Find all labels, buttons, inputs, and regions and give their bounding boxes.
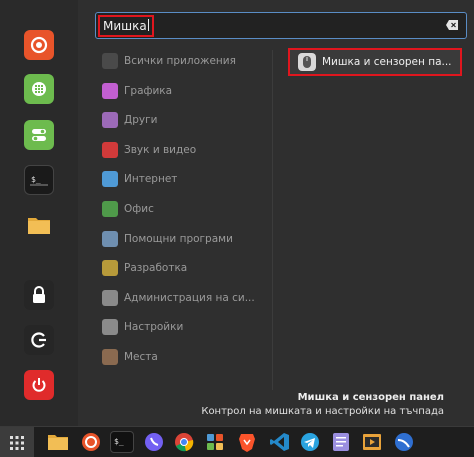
category-label: Места xyxy=(124,351,158,363)
description-title: Мишка и сензорен панел xyxy=(297,392,444,403)
calculator-icon[interactable] xyxy=(24,74,54,104)
divider xyxy=(272,50,273,390)
taskbar: $_ xyxy=(0,426,474,457)
chrome-icon[interactable] xyxy=(172,431,196,453)
admin-icon xyxy=(102,289,118,306)
app-grid-icon[interactable] xyxy=(203,431,227,453)
vscode-icon[interactable] xyxy=(268,431,292,453)
media-icon xyxy=(102,141,118,158)
category-label: Графика xyxy=(124,84,173,97)
folder-icon[interactable] xyxy=(24,210,54,240)
lock-icon[interactable] xyxy=(24,280,54,310)
category-label: Настройки xyxy=(124,321,184,334)
places-icon xyxy=(102,349,118,365)
browser-icon[interactable] xyxy=(392,431,416,453)
category-item[interactable]: Места xyxy=(96,344,272,370)
category-item[interactable]: Интернет xyxy=(96,166,272,192)
grid-icon xyxy=(102,53,118,69)
category-item[interactable]: Настройки xyxy=(96,314,272,340)
category-label: Офис xyxy=(124,203,154,215)
clear-search-icon[interactable] xyxy=(446,20,458,30)
terminal-icon[interactable]: $_ xyxy=(110,431,134,453)
internet-icon xyxy=(102,171,118,188)
media-player-icon[interactable] xyxy=(360,431,384,453)
mouse-icon xyxy=(298,53,316,71)
category-item[interactable]: Разработка xyxy=(96,255,272,281)
preferences-icon xyxy=(102,319,118,336)
category-label: Всички приложения xyxy=(124,55,236,67)
search-input[interactable]: Мишка xyxy=(95,12,467,39)
category-label: Помощни програми xyxy=(124,232,233,245)
power-icon[interactable] xyxy=(24,370,54,400)
office-icon xyxy=(102,201,118,217)
category-item[interactable]: Звук и видео xyxy=(96,137,272,163)
search-result-label: Мишка и сензорен па... xyxy=(322,56,452,68)
category-label: Звук и видео xyxy=(124,143,197,156)
development-icon xyxy=(102,260,118,277)
category-label: Интернет xyxy=(124,173,178,186)
menu-button[interactable] xyxy=(0,427,34,457)
category-item[interactable]: Администрация на си... xyxy=(96,285,272,311)
search-result-mouse-touchpad[interactable]: Мишка и сензорен па... xyxy=(288,48,462,76)
other-icon xyxy=(102,112,118,129)
firefox-icon[interactable] xyxy=(24,30,54,60)
brave-icon[interactable] xyxy=(235,431,259,453)
category-item[interactable]: Помощни програми xyxy=(96,226,272,252)
application-menu: $_ Мишка Всички приложения Графика Други Зв… xyxy=(0,0,474,426)
logout-icon[interactable] xyxy=(24,325,54,355)
utilities-icon xyxy=(102,230,118,247)
settings-toggle-icon[interactable] xyxy=(24,120,54,150)
notes-icon[interactable] xyxy=(329,431,353,453)
category-list: Всички приложения Графика Други Звук и виде… xyxy=(96,48,272,388)
category-item[interactable]: Офис xyxy=(96,196,272,222)
category-label: Разработка xyxy=(124,262,188,275)
category-item[interactable]: Други xyxy=(96,107,272,133)
favorites-bar: $_ xyxy=(0,0,78,426)
search-query[interactable]: Мишка xyxy=(98,15,154,37)
svg-text:$_: $_ xyxy=(31,175,41,184)
viber-icon[interactable] xyxy=(142,431,166,453)
terminal-icon[interactable]: $_ xyxy=(24,165,54,195)
telegram-icon[interactable] xyxy=(298,431,322,453)
files-icon[interactable] xyxy=(46,431,70,453)
app-grid-icon xyxy=(10,435,24,450)
description-text: Контрол на мишката и настройки на тъчпад… xyxy=(201,406,444,417)
category-label: Други xyxy=(124,114,158,127)
category-label: Администрация на си... xyxy=(124,291,255,304)
svg-text:$_: $_ xyxy=(114,437,124,446)
category-item[interactable]: Всички приложения xyxy=(96,48,272,74)
graphics-icon xyxy=(102,82,118,99)
firefox-icon[interactable] xyxy=(79,431,103,453)
category-item[interactable]: Графика xyxy=(96,78,272,104)
